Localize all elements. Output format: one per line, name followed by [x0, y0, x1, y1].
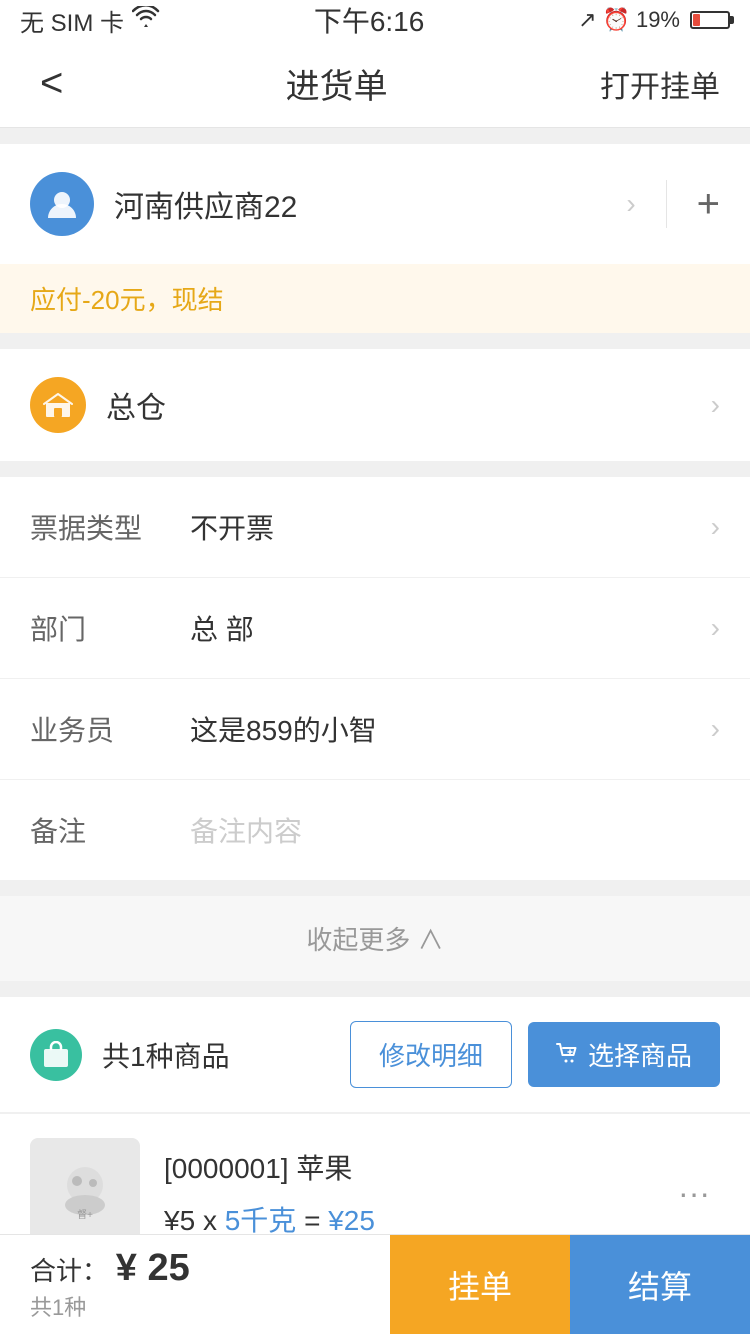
total-count: 共1种: [30, 1290, 360, 1322]
total-section: 合计： ¥ 25 共1种: [0, 1247, 390, 1322]
status-time: 下午6:16: [314, 0, 425, 40]
product-more-button[interactable]: ···: [668, 1165, 720, 1222]
bottom-bar: 合计： ¥ 25 共1种 挂单 结算: [0, 1234, 750, 1334]
select-product-label: 选择商品: [588, 1036, 692, 1073]
alarm-icon: ⏰: [603, 7, 630, 33]
salesman-label: 业务员: [30, 709, 170, 749]
products-icon: [30, 1029, 82, 1081]
invoice-type-value: 不开票: [190, 507, 711, 547]
products-count: 共1种商品: [102, 1035, 350, 1075]
warehouse-chevron-icon: ›: [711, 389, 720, 421]
product-code: [0000001]: [164, 1153, 289, 1184]
edit-detail-button[interactable]: 修改明细: [350, 1021, 512, 1088]
supplier-divider: [666, 180, 667, 228]
product-thumbnail: 督+: [30, 1138, 140, 1248]
warehouse-row[interactable]: 总仓 ›: [0, 349, 750, 461]
total-amount: ¥ 25: [116, 1247, 190, 1289]
department-chevron-icon: ›: [711, 612, 720, 644]
page-title: 进货单: [286, 59, 388, 108]
status-left: 无 SIM 卡: [20, 3, 160, 38]
department-label: 部门: [30, 608, 170, 648]
battery-percent: 19%: [636, 7, 680, 33]
product-name: [0000001] 苹果: [164, 1147, 668, 1187]
total-row: 合计： ¥ 25: [30, 1247, 360, 1290]
total-label: 合计：: [30, 1256, 108, 1286]
warehouse-icon: [30, 377, 86, 433]
cart-icon: [556, 1039, 580, 1070]
invoice-type-row[interactable]: 票据类型 不开票 ›: [0, 477, 750, 578]
alert-text: 应付-20元，现结: [30, 285, 224, 315]
back-button[interactable]: <: [30, 51, 73, 116]
remark-label: 备注: [30, 810, 170, 850]
department-value: 总 部: [190, 608, 711, 648]
alert-banner: 应付-20元，现结: [0, 264, 750, 333]
remark-value: 备注内容: [190, 810, 720, 850]
invoice-type-label: 票据类型: [30, 507, 170, 547]
remark-row[interactable]: 备注 备注内容: [0, 780, 750, 880]
battery-icon: [690, 11, 730, 29]
product-price: ¥5 x 5千克 = ¥25: [164, 1199, 668, 1239]
svg-text:督+: 督+: [77, 1208, 93, 1221]
product-info: [0000001] 苹果 ¥5 x 5千克 = ¥25: [164, 1147, 668, 1239]
form-section: 票据类型 不开票 › 部门 总 部 › 业务员 这是859的小智 › 备注 备注…: [0, 477, 750, 880]
warehouse-name: 总仓: [106, 383, 711, 427]
carrier-text: 无 SIM 卡: [20, 3, 124, 38]
product-title: 苹果: [296, 1153, 352, 1184]
collapse-text: 收起更多 ∧: [306, 920, 443, 957]
hold-button[interactable]: 挂单: [390, 1235, 570, 1334]
warehouse-section: 总仓 ›: [0, 349, 750, 461]
supplier-name: 河南供应商22: [114, 182, 626, 226]
invoice-type-chevron-icon: ›: [711, 511, 720, 543]
supplier-chevron-icon: ›: [626, 188, 635, 220]
salesman-value: 这是859的小智: [190, 709, 711, 749]
status-right: ↗ ⏰ 19%: [578, 7, 730, 33]
location-icon: ↗: [578, 7, 596, 33]
supplier-section: 河南供应商22 › + 应付-20元，现结: [0, 144, 750, 333]
salesman-row[interactable]: 业务员 这是859的小智 ›: [0, 679, 750, 780]
status-bar: 无 SIM 卡 下午6:16 ↗ ⏰ 19%: [0, 0, 750, 40]
open-hold-button[interactable]: 打开挂单: [600, 62, 720, 106]
checkout-button[interactable]: 结算: [570, 1235, 750, 1334]
products-header: 共1种商品 修改明细 选择商品: [0, 997, 750, 1112]
select-product-button[interactable]: 选择商品: [528, 1022, 720, 1087]
salesman-chevron-icon: ›: [711, 713, 720, 745]
wifi-icon: [132, 6, 160, 35]
department-row[interactable]: 部门 总 部 ›: [0, 578, 750, 679]
supplier-row[interactable]: 河南供应商22 › +: [0, 144, 750, 264]
supplier-avatar: [30, 172, 94, 236]
collapse-row[interactable]: 收起更多 ∧: [0, 896, 750, 981]
add-button[interactable]: +: [697, 182, 720, 227]
nav-bar: < 进货单 打开挂单: [0, 40, 750, 128]
